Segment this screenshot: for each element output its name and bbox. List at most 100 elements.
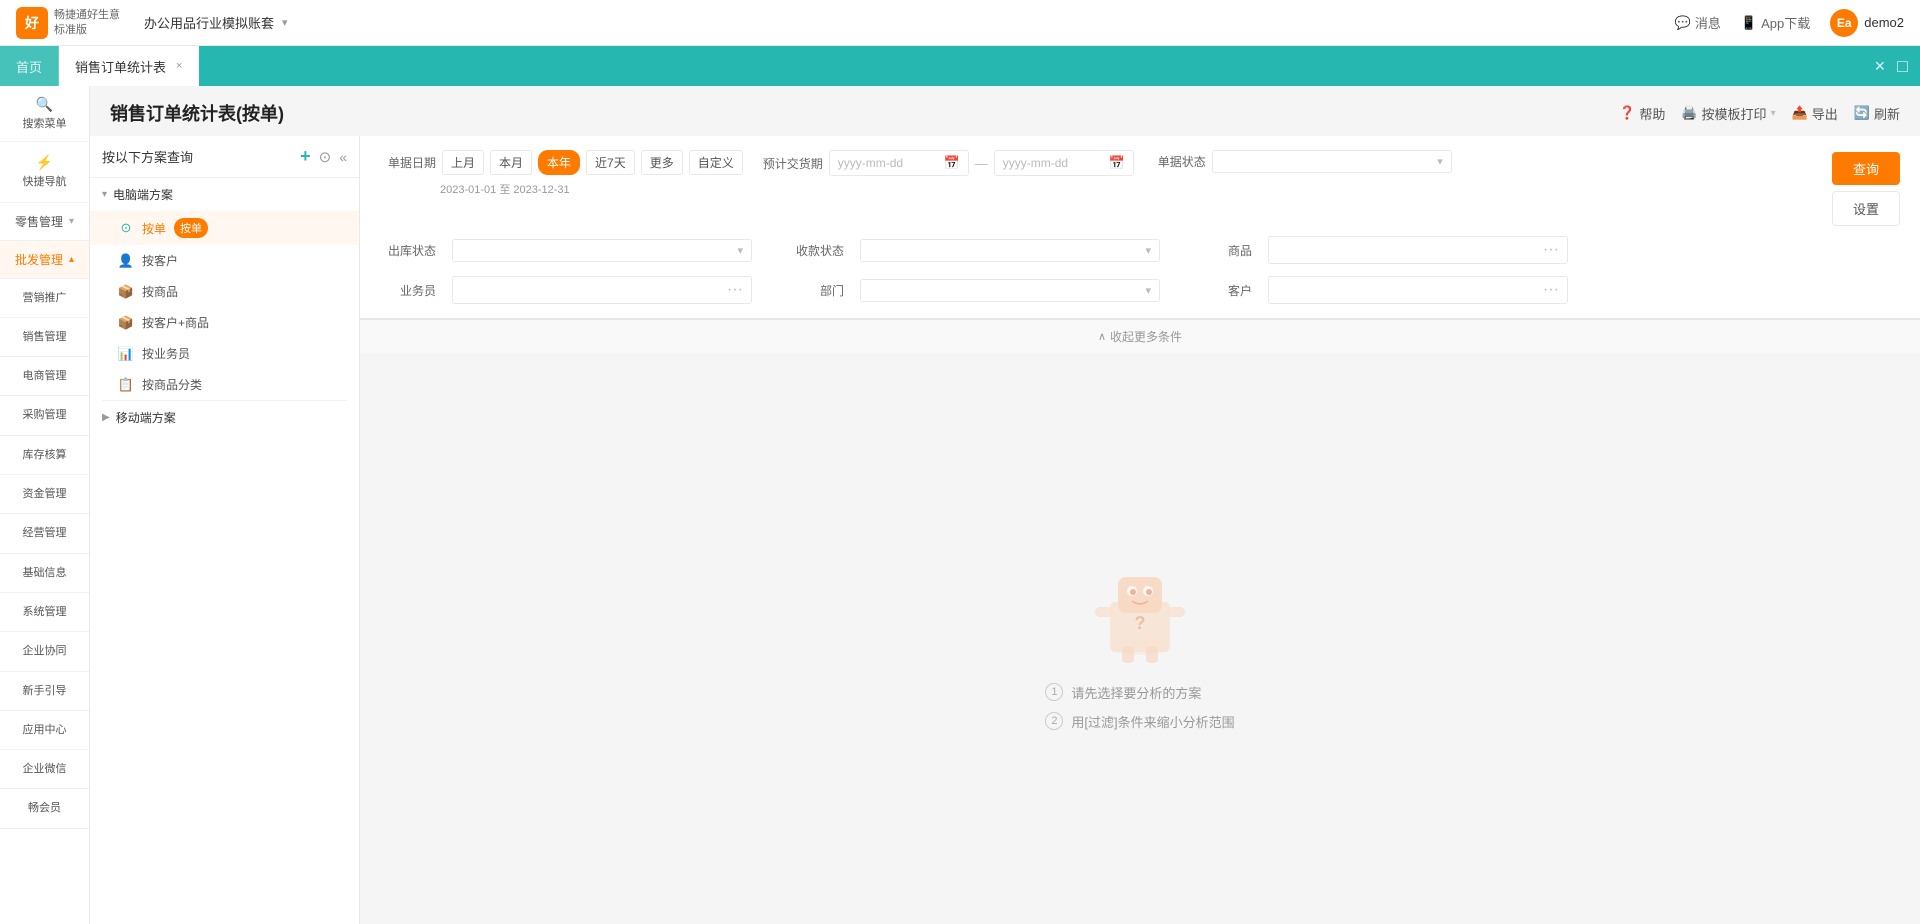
pc-group-title[interactable]: ▾ 电脑端方案 bbox=[90, 178, 359, 211]
product-label: 商品 bbox=[1196, 242, 1252, 259]
sidebar-item-apps[interactable]: 应用中心 bbox=[0, 711, 89, 750]
sidebar-wechat-label: 企业微信 bbox=[23, 762, 67, 776]
sidebar-item-wechat[interactable]: 企业微信 bbox=[0, 750, 89, 789]
product-dots-icon[interactable]: ··· bbox=[1543, 241, 1559, 259]
add-scheme-btn[interactable]: + bbox=[300, 146, 311, 167]
sidebar-item-ecommerce[interactable]: 电商管理 bbox=[0, 357, 89, 396]
help-label: 帮助 bbox=[1639, 104, 1665, 123]
sidebar-item-sales[interactable]: 销售管理 bbox=[0, 318, 89, 357]
refresh-action[interactable]: 🔄 刷新 bbox=[1854, 104, 1900, 123]
empty-tips: 1 请先选择要分析的方案 2 用[过滤]条件来缩小分析范围 bbox=[1045, 683, 1234, 731]
sidebar-search[interactable]: 🔍 搜索菜单 bbox=[0, 86, 89, 142]
date-btn-this-year[interactable]: 本年 bbox=[538, 150, 580, 175]
sidebar-marketing-label: 营销推广 bbox=[23, 291, 67, 305]
sidebar-basic-label: 基础信息 bbox=[23, 566, 67, 580]
sidebar-newbie-label: 新手引导 bbox=[23, 684, 67, 698]
sidebar: 🔍 搜索菜单 ⚡ 快捷导航 零售管理 ▾ 批发管理 ▴ 营销推广 销售管理 电商… bbox=[0, 86, 90, 924]
settings-button[interactable]: 设置 bbox=[1832, 191, 1900, 226]
sidebar-item-member[interactable]: 畅会员 bbox=[0, 789, 89, 828]
by-order-label: 按单 bbox=[142, 220, 166, 237]
collapse-bar[interactable]: ∧ 收起更多条件 bbox=[360, 319, 1920, 353]
message-label: 消息 bbox=[1695, 13, 1721, 32]
tab-close-icon[interactable]: × bbox=[176, 60, 182, 72]
sidebar-item-retail[interactable]: 零售管理 ▾ bbox=[0, 203, 89, 241]
help-icon: ❓ bbox=[1619, 105, 1635, 121]
date-btn-last-month[interactable]: 上月 bbox=[442, 150, 484, 175]
customer-select[interactable]: ··· bbox=[1268, 276, 1568, 304]
date-btn-more[interactable]: 更多 bbox=[641, 150, 683, 175]
app-icon: 📱 bbox=[1741, 15, 1757, 31]
mobile-group-title[interactable]: ▶ 移动端方案 bbox=[90, 401, 359, 434]
query-btn-area: 查询 设置 bbox=[1832, 150, 1900, 226]
mobile-scheme-group: ▶ 移动端方案 bbox=[90, 401, 359, 434]
settings-scheme-btn[interactable]: ⊙ bbox=[319, 148, 332, 166]
scheme-by-order[interactable]: ⊙ 按单 按单 bbox=[90, 211, 359, 245]
breadcrumb-arrow[interactable]: ▾ bbox=[282, 16, 288, 29]
payment-status-label: 收款状态 bbox=[788, 242, 844, 259]
date-buttons-group: 上月 本月 本年 近7天 更多 自定义 bbox=[442, 150, 743, 175]
scheme-by-product[interactable]: 📦 按商品 bbox=[90, 276, 359, 307]
print-action[interactable]: 🖨️ 按模板打印 ▾ bbox=[1681, 104, 1775, 123]
tab-home[interactable]: 首页 bbox=[0, 46, 59, 86]
payment-status-select[interactable]: ▾ bbox=[860, 239, 1160, 262]
export-label: 导出 bbox=[1812, 104, 1838, 123]
salesman-select[interactable]: ··· bbox=[452, 276, 752, 304]
date-btn-this-month[interactable]: 本月 bbox=[490, 150, 532, 175]
customer-dots-icon[interactable]: ··· bbox=[1543, 281, 1559, 299]
product-select[interactable]: ··· bbox=[1268, 236, 1568, 264]
app-download-action[interactable]: 📱 App下载 bbox=[1741, 13, 1810, 32]
tab-minimize-btn[interactable]: × bbox=[1875, 56, 1886, 77]
user-area[interactable]: Ea demo2 bbox=[1830, 9, 1904, 37]
tab-maximize-btn[interactable]: □ bbox=[1897, 56, 1908, 77]
sidebar-wholesale-arrow: ▴ bbox=[69, 254, 74, 265]
sidebar-item-purchase[interactable]: 采购管理 bbox=[0, 396, 89, 435]
delivery-status-select[interactable]: ▾ bbox=[452, 239, 752, 262]
sidebar-retail-arrow: ▾ bbox=[69, 216, 74, 227]
left-panel-title: 按以下方案查询 bbox=[102, 147, 292, 166]
sidebar-quicknav[interactable]: ⚡ 快捷导航 bbox=[0, 142, 89, 202]
sidebar-member-label: 畅会员 bbox=[28, 801, 61, 815]
page-actions: ❓ 帮助 🖨️ 按模板打印 ▾ 📤 导出 🔄 刷新 bbox=[1619, 104, 1900, 123]
refresh-icon: 🔄 bbox=[1854, 105, 1870, 121]
dept-arrow-icon: ▾ bbox=[1145, 284, 1151, 297]
sidebar-item-enterprise[interactable]: 企业协同 bbox=[0, 632, 89, 671]
scheme-by-category[interactable]: 📋 按商品分类 bbox=[90, 369, 359, 400]
by-order-icon: ⊙ bbox=[118, 220, 134, 236]
sidebar-item-wholesale[interactable]: 批发管理 ▴ bbox=[0, 241, 89, 279]
dept-label: 部门 bbox=[788, 282, 844, 299]
collapse-panel-btn[interactable]: « bbox=[339, 149, 347, 165]
expected-date-label: 预计交货期 bbox=[759, 155, 823, 172]
date-placeholder-2: yyyy-mm-dd bbox=[1003, 156, 1109, 170]
export-action[interactable]: 📤 导出 bbox=[1792, 104, 1838, 123]
tab-sales-stat[interactable]: 销售订单统计表 × bbox=[59, 46, 199, 86]
salesman-dots-icon[interactable]: ··· bbox=[727, 281, 743, 299]
date-btn-7days[interactable]: 近7天 bbox=[586, 150, 635, 175]
sidebar-item-operation[interactable]: 经营管理 bbox=[0, 514, 89, 553]
sidebar-item-inventory[interactable]: 库存核算 bbox=[0, 436, 89, 475]
scheme-by-cust-prod[interactable]: 📦 按客户+商品 bbox=[90, 307, 359, 338]
sidebar-item-basic[interactable]: 基础信息 bbox=[0, 554, 89, 593]
query-button[interactable]: 查询 bbox=[1832, 152, 1900, 185]
logo-area: 好 畅捷通好生意 标准版 bbox=[16, 7, 120, 39]
sidebar-item-finance[interactable]: 资金管理 bbox=[0, 475, 89, 514]
scheme-by-salesman[interactable]: 📊 按业务员 bbox=[90, 338, 359, 369]
message-action[interactable]: 💬 消息 bbox=[1675, 13, 1721, 32]
empty-tip-2: 2 用[过滤]条件来缩小分析范围 bbox=[1045, 712, 1234, 731]
scheme-by-customer[interactable]: 👤 按客户 bbox=[90, 245, 359, 276]
date-btn-custom[interactable]: 自定义 bbox=[689, 150, 743, 175]
app-download-label: App下载 bbox=[1761, 13, 1810, 32]
sidebar-item-system[interactable]: 系统管理 bbox=[0, 593, 89, 632]
content-body: 按以下方案查询 + ⊙ « ▾ 电脑端方案 ⊙ 按单 按单 bbox=[90, 136, 1920, 924]
sidebar-purchase-label: 采购管理 bbox=[23, 408, 67, 422]
status-select[interactable]: ▾ bbox=[1212, 150, 1452, 173]
dept-select[interactable]: ▾ bbox=[860, 279, 1160, 302]
filter-row-3: 业务员 ··· 部门 ▾ 客户 ··· bbox=[380, 276, 1900, 304]
filter-row-1: 单据日期 上月 本月 本年 近7天 更多 自定义 bbox=[380, 150, 1900, 226]
sidebar-item-marketing[interactable]: 营销推广 bbox=[0, 279, 89, 318]
expected-date-to[interactable]: yyyy-mm-dd 📅 bbox=[994, 150, 1134, 176]
sidebar-item-newbie[interactable]: 新手引导 bbox=[0, 672, 89, 711]
date-dash: — bbox=[975, 156, 988, 171]
status-filter: 单据状态 ▾ bbox=[1150, 150, 1452, 173]
help-action[interactable]: ❓ 帮助 bbox=[1619, 104, 1665, 123]
expected-date-from[interactable]: yyyy-mm-dd 📅 bbox=[829, 150, 969, 176]
